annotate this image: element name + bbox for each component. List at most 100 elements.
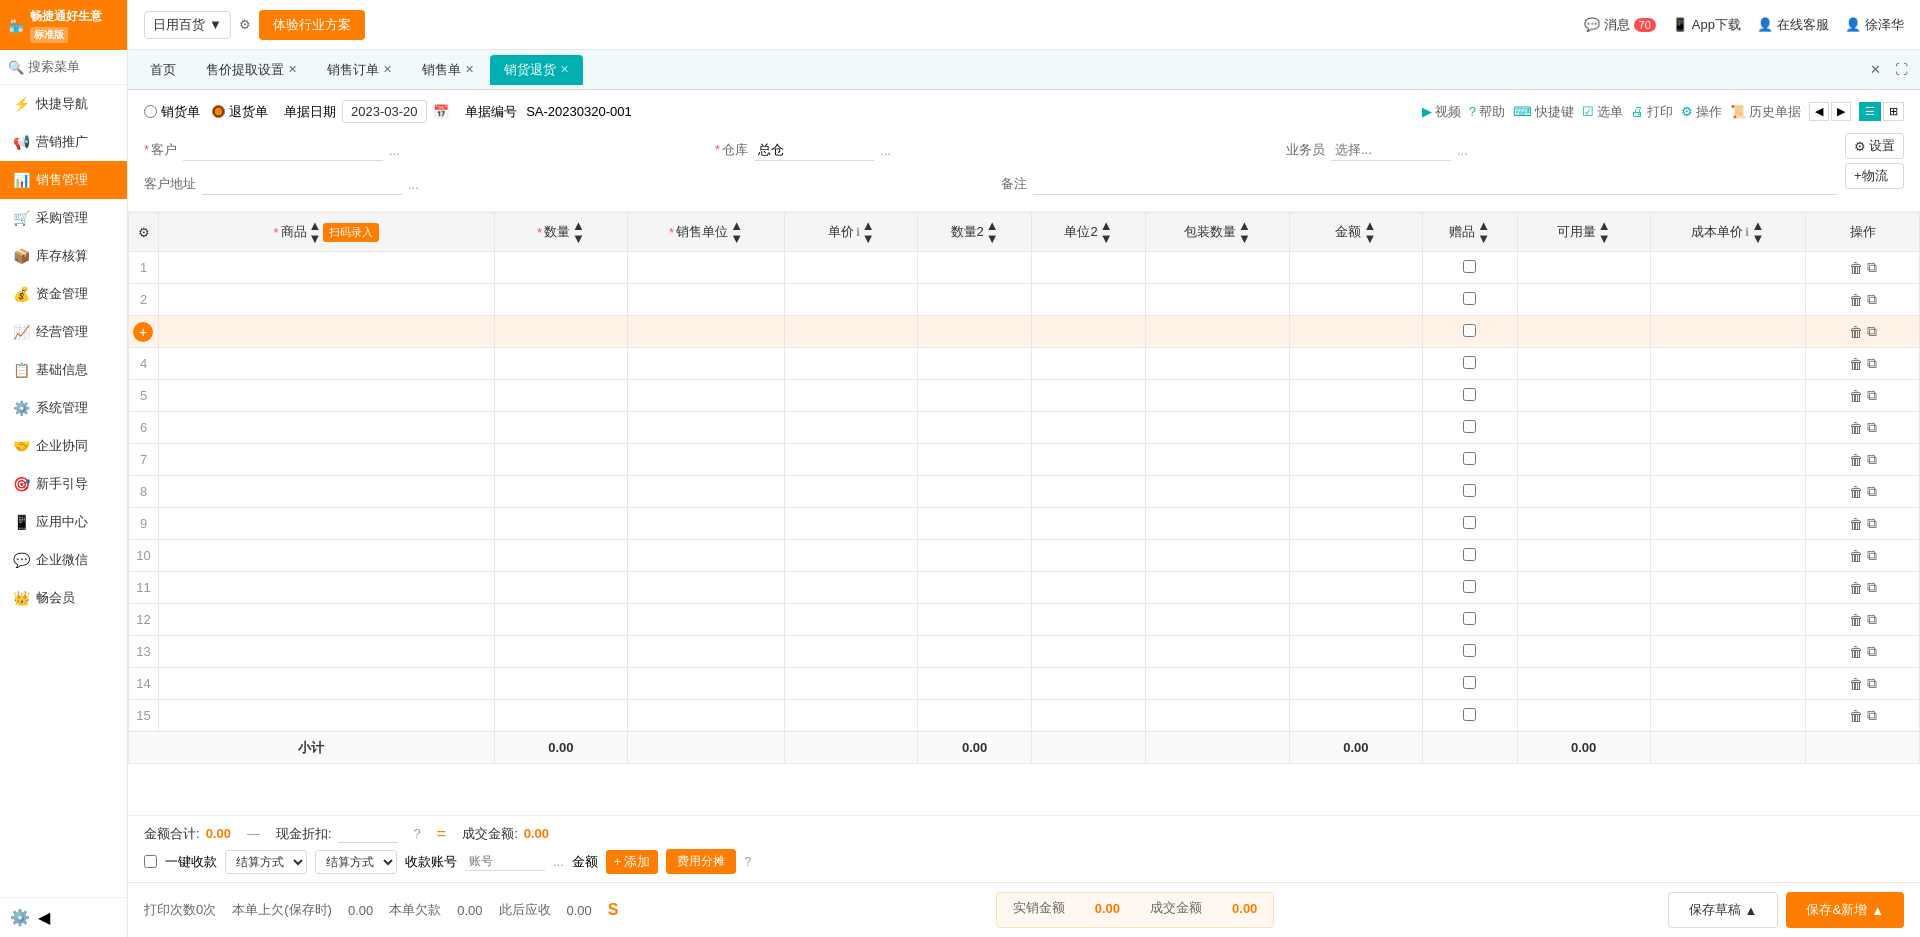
sidebar-item-sales[interactable]: 📊 销售管理: [0, 161, 127, 199]
radio-sales[interactable]: 销货单: [144, 103, 200, 121]
qty-sort-btns[interactable]: ▲▼: [572, 219, 585, 245]
calendar-icon[interactable]: 📅: [433, 104, 449, 119]
warehouse-dots[interactable]: ...: [880, 143, 891, 158]
gift-checkbox[interactable]: [1463, 388, 1476, 401]
delete-icon[interactable]: 🗑: [1849, 292, 1863, 308]
delete-icon[interactable]: 🗑: [1849, 484, 1863, 500]
gift-checkbox[interactable]: [1463, 644, 1476, 657]
app-download-btn[interactable]: 📱 App下载: [1672, 16, 1741, 34]
fullscreen-btn[interactable]: ⛶: [1891, 60, 1912, 79]
delete-icon[interactable]: 🗑: [1849, 324, 1863, 340]
prev-btn[interactable]: ◀: [1809, 102, 1829, 121]
gift-checkbox[interactable]: [1463, 548, 1476, 561]
tab-sales-goods[interactable]: 销售单 ✕: [408, 55, 488, 85]
tab-home[interactable]: 首页: [136, 55, 190, 85]
grid-view-btn[interactable]: ⊞: [1883, 102, 1904, 121]
copy-icon[interactable]: ⧉: [1867, 675, 1877, 692]
gift-checkbox[interactable]: [1463, 356, 1476, 369]
list-view-btn[interactable]: ☰: [1859, 102, 1881, 121]
copy-icon[interactable]: ⧉: [1867, 515, 1877, 532]
delete-icon[interactable]: 🗑: [1849, 644, 1863, 660]
close-tab-btn[interactable]: ✕: [1866, 60, 1885, 79]
gift-checkbox[interactable]: [1463, 484, 1476, 497]
action-print[interactable]: 🖨 打印: [1631, 103, 1673, 121]
save-new-btn[interactable]: 保存&新增 ▲: [1786, 892, 1904, 928]
available-sort-btns[interactable]: ▲▼: [1598, 219, 1611, 245]
tab-sales-goods-close[interactable]: ✕: [465, 63, 474, 76]
gift-checkbox[interactable]: [1463, 260, 1476, 273]
sidebar-item-member[interactable]: 👑 畅会员: [0, 579, 127, 617]
radio-return[interactable]: 退货单: [212, 103, 268, 121]
gift-checkbox[interactable]: [1463, 324, 1476, 337]
search-menu[interactable]: 🔍 搜索菜单: [0, 50, 127, 85]
radio-sales-input[interactable]: [144, 105, 157, 118]
copy-icon[interactable]: ⧉: [1867, 707, 1877, 724]
tab-price-setting[interactable]: 售价提取设置 ✕: [192, 55, 311, 85]
gift-checkbox[interactable]: [1463, 612, 1476, 625]
sidebar-item-corp-collab[interactable]: 🤝 企业协同: [0, 427, 127, 465]
delete-icon[interactable]: 🗑: [1849, 708, 1863, 724]
tab-sales-order-close[interactable]: ✕: [383, 63, 392, 76]
copy-icon[interactable]: ⧉: [1867, 611, 1877, 628]
unit-price-tip-icon[interactable]: ℹ: [856, 226, 860, 239]
settings-btn[interactable]: ⚙: [239, 17, 251, 32]
delete-icon[interactable]: 🗑: [1849, 548, 1863, 564]
gift-checkbox[interactable]: [1463, 420, 1476, 433]
add-row-btn[interactable]: +: [133, 322, 153, 342]
scan-btn[interactable]: 扫码录入: [323, 223, 379, 242]
product-sort-btns[interactable]: ▲▼: [309, 219, 322, 245]
tab-sales-return-close[interactable]: ✕: [560, 63, 569, 76]
delete-icon[interactable]: 🗑: [1849, 356, 1863, 372]
copy-icon[interactable]: ⧉: [1867, 579, 1877, 596]
gift-checkbox[interactable]: [1463, 452, 1476, 465]
salesperson-dots[interactable]: ...: [1457, 143, 1468, 158]
calculation-select[interactable]: 结算方式: [315, 850, 397, 874]
unit-sort-btns[interactable]: ▲▼: [730, 219, 743, 245]
gift-sort-btns[interactable]: ▲▼: [1477, 219, 1490, 245]
copy-icon[interactable]: ⧉: [1867, 419, 1877, 436]
amount-sort-btns[interactable]: ▲▼: [1363, 219, 1376, 245]
customer-dots[interactable]: ...: [389, 143, 400, 158]
tab-sales-return[interactable]: 销货退货 ✕: [490, 55, 583, 85]
address-dots[interactable]: ...: [408, 177, 419, 192]
trial-btn[interactable]: 体验行业方案: [259, 10, 365, 40]
gift-checkbox[interactable]: [1463, 292, 1476, 305]
expense-split-btn[interactable]: 费用分摊: [666, 849, 736, 874]
online-service-btn[interactable]: 👤 在线客服: [1757, 16, 1829, 34]
delete-icon[interactable]: 🗑: [1849, 260, 1863, 276]
copy-icon[interactable]: ⧉: [1867, 291, 1877, 308]
action-video[interactable]: ▶ 视频: [1422, 103, 1461, 121]
sidebar-item-app-center[interactable]: 📱 应用中心: [0, 503, 127, 541]
remark-input[interactable]: [1033, 173, 1838, 195]
settings-gear-icon[interactable]: ⚙️: [10, 908, 30, 927]
add-btn[interactable]: + 添加: [606, 850, 659, 874]
sidebar-item-marketing[interactable]: 📢 营销推广: [0, 123, 127, 161]
copy-icon[interactable]: ⧉: [1867, 355, 1877, 372]
unit-price-sort-btns[interactable]: ▲▼: [862, 219, 875, 245]
sidebar-item-system[interactable]: ⚙️ 系统管理: [0, 389, 127, 427]
gift-checkbox[interactable]: [1463, 708, 1476, 721]
settlement-select[interactable]: 结算方式: [225, 850, 307, 874]
delete-icon[interactable]: 🗑: [1849, 420, 1863, 436]
radio-return-input[interactable]: [212, 105, 225, 118]
settings-btn-form[interactable]: ⚙ 设置: [1845, 133, 1904, 159]
product-input[interactable]: [163, 324, 490, 339]
sidebar-item-basic-info[interactable]: 📋 基础信息: [0, 351, 127, 389]
copy-icon[interactable]: ⧉: [1867, 547, 1877, 564]
sidebar-item-finance[interactable]: 💰 资金管理: [0, 275, 127, 313]
qty2-sort-btns[interactable]: ▲▼: [986, 219, 999, 245]
delete-icon[interactable]: 🗑: [1849, 516, 1863, 532]
collapse-icon[interactable]: ◀: [38, 908, 50, 927]
cost-price-tip-icon[interactable]: ℹ: [1745, 226, 1749, 239]
action-help[interactable]: ? 帮助: [1469, 103, 1505, 121]
message-btn[interactable]: 💬 消息 70: [1584, 16, 1656, 34]
sidebar-item-inventory[interactable]: 📦 库存核算: [0, 237, 127, 275]
user-profile[interactable]: 👤 徐泽华: [1845, 16, 1904, 34]
industry-select[interactable]: 日用百货 ▼: [144, 11, 231, 39]
action-select[interactable]: ☑ 选单: [1582, 103, 1623, 121]
pack-qty-sort-btns[interactable]: ▲▼: [1238, 219, 1251, 245]
gift-checkbox[interactable]: [1463, 676, 1476, 689]
delete-icon[interactable]: 🗑: [1849, 676, 1863, 692]
unit2-sort-btns[interactable]: ▲▼: [1100, 219, 1113, 245]
logistics-btn[interactable]: +物流: [1845, 163, 1904, 189]
